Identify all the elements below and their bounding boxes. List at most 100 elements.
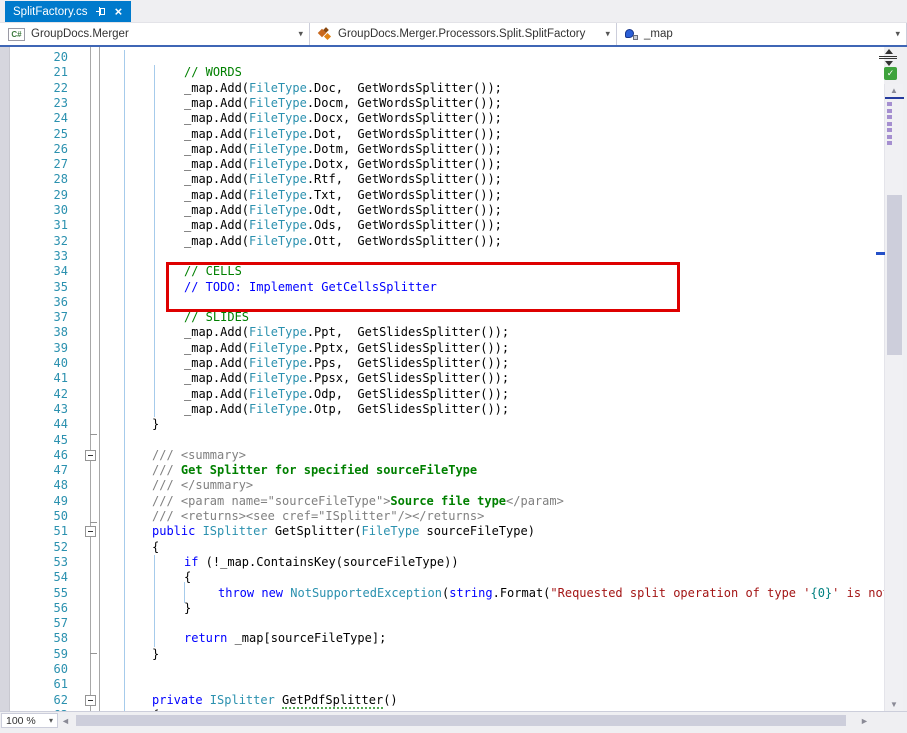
close-icon[interactable]: × xyxy=(115,5,123,18)
project-dropdown[interactable]: C# GroupDocs.Merger ▾ xyxy=(0,23,310,45)
code-segment: /// <returns><see cref="ISplitter"/></re… xyxy=(152,509,485,523)
code-line[interactable]: _map.Add(FileType.Dotm, GetWordsSplitter… xyxy=(0,142,884,157)
horizontal-scrollbar[interactable]: 100 % ▾ ◄ ► xyxy=(0,711,907,728)
code-line[interactable]: /// <returns><see cref="ISplitter"/></re… xyxy=(0,509,884,524)
code-line[interactable]: return _map[sourceFileType]; xyxy=(0,631,884,646)
code-line[interactable]: _map.Add(FileType.Doc, GetWordsSplitter(… xyxy=(0,81,884,96)
code-segment: GetPdfSplitter xyxy=(282,692,384,709)
code-line[interactable]: { xyxy=(0,540,884,555)
scrollbar-todo-marker xyxy=(887,102,892,106)
code-line[interactable]: } xyxy=(0,601,884,616)
code-line[interactable]: } xyxy=(0,647,884,662)
member-dropdown[interactable]: _map ▾ xyxy=(617,23,907,45)
code-line[interactable]: throw new NotSupportedException(string.F… xyxy=(0,586,884,601)
code-line[interactable]: /// <param name="sourceFileType">Source … xyxy=(0,494,884,509)
scrollbar-todo-marker xyxy=(887,134,892,139)
code-line[interactable] xyxy=(0,433,884,448)
pin-icon[interactable] xyxy=(95,6,107,17)
code-segment: _map.Add( xyxy=(184,218,250,233)
vs-editor-window: SplitFactory.cs × C# GroupDocs.Merger ▾ … xyxy=(0,0,907,733)
code-segment: _map.Add( xyxy=(184,172,250,187)
code-segment: } xyxy=(184,600,192,615)
code-line[interactable]: // CELLS xyxy=(0,264,884,279)
vertical-scrollbar[interactable]: ▲ ▼ xyxy=(884,84,904,711)
code-segment: } xyxy=(152,417,160,432)
caret-position-marker xyxy=(876,252,885,255)
code-line[interactable]: { xyxy=(0,570,884,585)
code-line[interactable]: private ISplitter GetPdfSplitter() xyxy=(0,692,884,709)
code-line[interactable]: _map.Add(FileType.Pptx, GetSlidesSplitte… xyxy=(0,341,884,356)
code-line[interactable] xyxy=(0,50,884,65)
code-segment: FileType xyxy=(249,401,307,416)
code-line[interactable]: _map.Add(FileType.Ppsx, GetSlidesSplitte… xyxy=(0,371,884,386)
code-line[interactable]: _map.Add(FileType.Dotx, GetWordsSplitter… xyxy=(0,157,884,172)
code-segment: FileType xyxy=(249,233,307,248)
vertical-scrollbar-thumb[interactable] xyxy=(887,195,902,355)
code-line[interactable] xyxy=(0,616,884,631)
code-segment: _map.Add( xyxy=(184,141,250,156)
tab-splitfactory[interactable]: SplitFactory.cs × xyxy=(5,1,132,22)
code-segment: .Txt, GetWordsSplitter()); xyxy=(306,187,502,202)
code-segment: _map.Add( xyxy=(184,401,250,416)
fold-region-end xyxy=(90,522,97,524)
type-dropdown[interactable]: GroupDocs.Merger.Processors.Split.SplitF… xyxy=(310,23,617,45)
code-line[interactable]: public ISplitter GetSplitter(FileType so… xyxy=(0,524,884,539)
code-segment: { xyxy=(152,539,160,554)
code-segment: ISplitter xyxy=(209,692,283,707)
code-line[interactable]: _map.Add(FileType.Pps, GetSlidesSplitter… xyxy=(0,356,884,371)
code-line[interactable]: /// <summary> xyxy=(0,448,884,463)
code-line[interactable]: // WORDS xyxy=(0,65,884,80)
code-line[interactable]: _map.Add(FileType.Odt, GetWordsSplitter(… xyxy=(0,203,884,218)
chevron-down-icon: ▾ xyxy=(48,716,53,725)
fold-region-end xyxy=(90,433,97,435)
code-segment: throw xyxy=(218,585,255,600)
scrollbar-down-icon[interactable]: ▼ xyxy=(885,700,903,709)
code-line[interactable]: if (!_map.ContainsKey(sourceFileType)) xyxy=(0,555,884,570)
code-line[interactable]: _map.Add(FileType.Txt, GetWordsSplitter(… xyxy=(0,188,884,203)
code-line[interactable]: } xyxy=(0,417,884,432)
code-line[interactable]: _map.Add(FileType.Ppt, GetSlidesSplitter… xyxy=(0,325,884,340)
code-segment: _map[sourceFileType]; xyxy=(227,631,387,646)
code-line[interactable] xyxy=(0,295,884,310)
code-line[interactable]: /// </summary> xyxy=(0,478,884,493)
scrollbar-todo-marker xyxy=(887,128,892,132)
code-segment: _map.Add( xyxy=(184,95,250,110)
code-line[interactable] xyxy=(0,677,884,692)
code-line[interactable]: _map.Add(FileType.Docm, GetWordsSplitter… xyxy=(0,96,884,111)
scrollbar-right-icon[interactable]: ► xyxy=(860,716,869,726)
code-segment: _map.Add( xyxy=(184,386,250,401)
code-line[interactable]: _map.Add(FileType.Ods, GetWordsSplitter(… xyxy=(0,218,884,233)
code-line[interactable] xyxy=(0,662,884,677)
code-line[interactable]: /// Get Splitter for specified sourceFil… xyxy=(0,463,884,478)
code-segment: .Pptx, GetSlidesSplitter()); xyxy=(306,340,510,355)
code-segment: { xyxy=(184,570,192,585)
fold-toggle[interactable] xyxy=(85,694,96,706)
code-line[interactable] xyxy=(0,249,884,264)
code-line[interactable]: _map.Add(FileType.Docx, GetWordsSplitter… xyxy=(0,111,884,126)
code-line[interactable]: _map.Add(FileType.Otp, GetSlidesSplitter… xyxy=(0,402,884,417)
zoom-value: 100 % xyxy=(6,714,36,727)
zoom-combobox[interactable]: 100 % ▾ xyxy=(1,713,58,728)
code-segment: new xyxy=(261,585,284,600)
scrollbar-todo-marker xyxy=(887,108,892,113)
code-segment: // CELLS xyxy=(184,264,242,279)
scrollbar-left-icon[interactable]: ◄ xyxy=(61,716,70,726)
code-segment: Source file type xyxy=(390,493,507,508)
fold-toggle[interactable] xyxy=(85,526,96,538)
window-split-grip[interactable] xyxy=(877,49,899,66)
code-segment: .Ppsx, GetSlidesSplitter()); xyxy=(306,371,510,386)
code-line[interactable]: _map.Add(FileType.Ott, GetWordsSplitter(… xyxy=(0,234,884,249)
code-line[interactable]: // SLIDES xyxy=(0,310,884,325)
code-segment: .Odp, GetSlidesSplitter()); xyxy=(306,386,510,401)
code-editor[interactable]: 20 21// WORDS 22 _map.Add(FileType.Doc, Get… xyxy=(0,47,884,711)
horizontal-scrollbar-thumb[interactable] xyxy=(76,715,846,726)
code-segment: .Docm, GetWordsSplitter()); xyxy=(306,95,502,110)
code-line[interactable]: _map.Add(FileType.Odp, GetSlidesSplitter… xyxy=(0,387,884,402)
code-line[interactable]: // TODO: Implement GetCellsSplitter xyxy=(0,280,884,295)
member-dropdown-label: _map xyxy=(644,28,673,40)
scrollbar-up-icon[interactable]: ▲ xyxy=(885,86,903,95)
fold-toggle[interactable] xyxy=(85,449,96,461)
code-line[interactable]: _map.Add(FileType.Dot, GetWordsSplitter(… xyxy=(0,127,884,142)
resharper-status-indicator[interactable]: ✓ xyxy=(884,67,897,80)
code-line[interactable]: _map.Add(FileType.Rtf, GetWordsSplitter(… xyxy=(0,172,884,187)
